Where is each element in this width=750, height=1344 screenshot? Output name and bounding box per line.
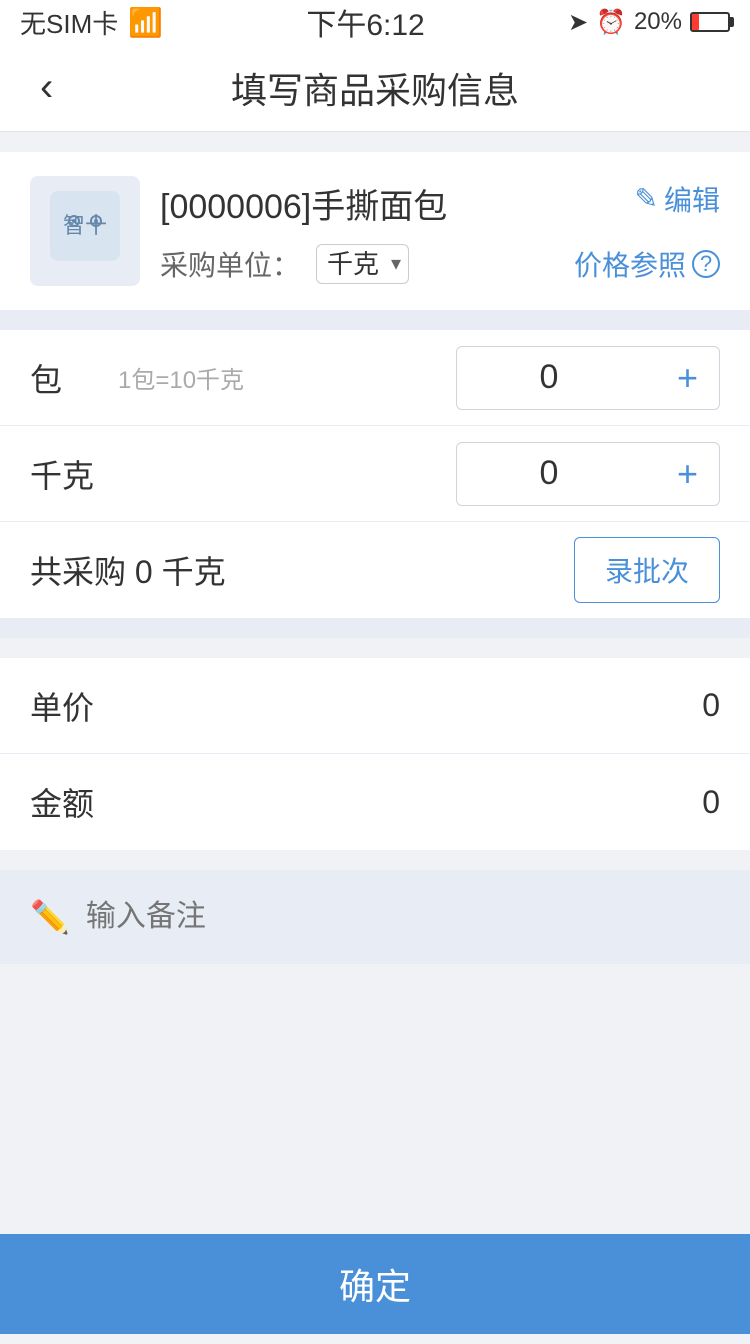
section-divider-2	[0, 618, 750, 638]
location-icon: ➤	[568, 8, 588, 37]
edit-button[interactable]: ✎ 编辑	[635, 179, 720, 219]
confirm-section[interactable]: 确定	[0, 1234, 750, 1334]
carrier-label: 无SIM卡	[20, 4, 118, 41]
content-area	[0, 964, 750, 1244]
product-unit-row: 采购单位： 千克 包 ▾ 价格参照 ?	[160, 244, 720, 284]
pack-input-field: +	[456, 346, 720, 410]
amount-value: 0	[702, 784, 720, 821]
pack-quantity-input[interactable]	[456, 346, 656, 410]
price-reference-button[interactable]: 价格参照 ?	[574, 244, 720, 284]
pack-input-row: 包 1包=10千克 +	[0, 330, 750, 426]
unit-select[interactable]: 千克 包	[316, 244, 409, 284]
unit-price-label: 单价	[30, 683, 702, 729]
battery-percentage: 20%	[634, 8, 682, 36]
product-logo: 智十	[50, 191, 120, 271]
input-section: 包 1包=10千克 + 千克 +	[0, 330, 750, 522]
alarm-icon: ⏰	[596, 8, 626, 37]
pack-label: 包	[30, 355, 110, 401]
batch-button[interactable]: 录批次	[574, 537, 720, 603]
status-bar-time: 下午6:12	[306, 0, 424, 44]
amount-row: 金额 0	[0, 754, 750, 850]
battery-icon	[690, 12, 730, 32]
unit-label: 采购单位：	[160, 244, 300, 284]
back-button[interactable]: ‹	[30, 55, 63, 120]
product-image: 智十	[30, 176, 140, 286]
summary-row: 共采购 0 千克 录批次	[0, 522, 750, 618]
kg-input-row: 千克 +	[0, 426, 750, 522]
kg-input-field: +	[456, 442, 720, 506]
unit-select-wrapper[interactable]: 千克 包 ▾	[316, 244, 409, 284]
product-card: 智十 [0000006]手撕面包 ✎ 编辑 采购单位： 千克 包	[0, 152, 750, 310]
status-bar-left: 无SIM卡 📶	[20, 4, 163, 41]
pencil-icon: ✏️	[30, 898, 70, 936]
page-title: 填写商品采购信息	[231, 62, 519, 114]
wifi-icon: 📶	[128, 6, 163, 39]
pack-plus-button[interactable]: +	[656, 346, 720, 410]
note-section: ✏️	[0, 870, 750, 964]
help-icon: ?	[692, 250, 720, 278]
kg-quantity-input[interactable]	[456, 442, 656, 506]
unit-price-value: 0	[702, 687, 720, 724]
kg-label: 千克	[30, 451, 110, 497]
kg-plus-button[interactable]: +	[656, 442, 720, 506]
note-input[interactable]	[86, 900, 720, 934]
nav-bar: ‹ 填写商品采购信息	[0, 44, 750, 132]
status-bar-right: ➤ ⏰ 20%	[568, 8, 730, 37]
product-info: [0000006]手撕面包 ✎ 编辑 采购单位： 千克 包 ▾ 价格参照 ?	[160, 179, 720, 284]
summary-label: 共采购 0 千克	[30, 547, 574, 593]
price-section: 单价 0 金额 0	[0, 658, 750, 850]
product-name: [0000006]手撕面包	[160, 179, 447, 228]
status-bar: 无SIM卡 📶 下午6:12 ➤ ⏰ 20%	[0, 0, 750, 44]
summary-section: 共采购 0 千克 录批次	[0, 522, 750, 618]
unit-price-row: 单价 0	[0, 658, 750, 754]
edit-icon: ✎	[635, 182, 658, 215]
amount-label: 金额	[30, 779, 702, 825]
confirm-button-label: 确定	[339, 1258, 411, 1310]
pack-sublabel: 1包=10千克	[118, 360, 456, 395]
section-divider-1	[0, 310, 750, 330]
